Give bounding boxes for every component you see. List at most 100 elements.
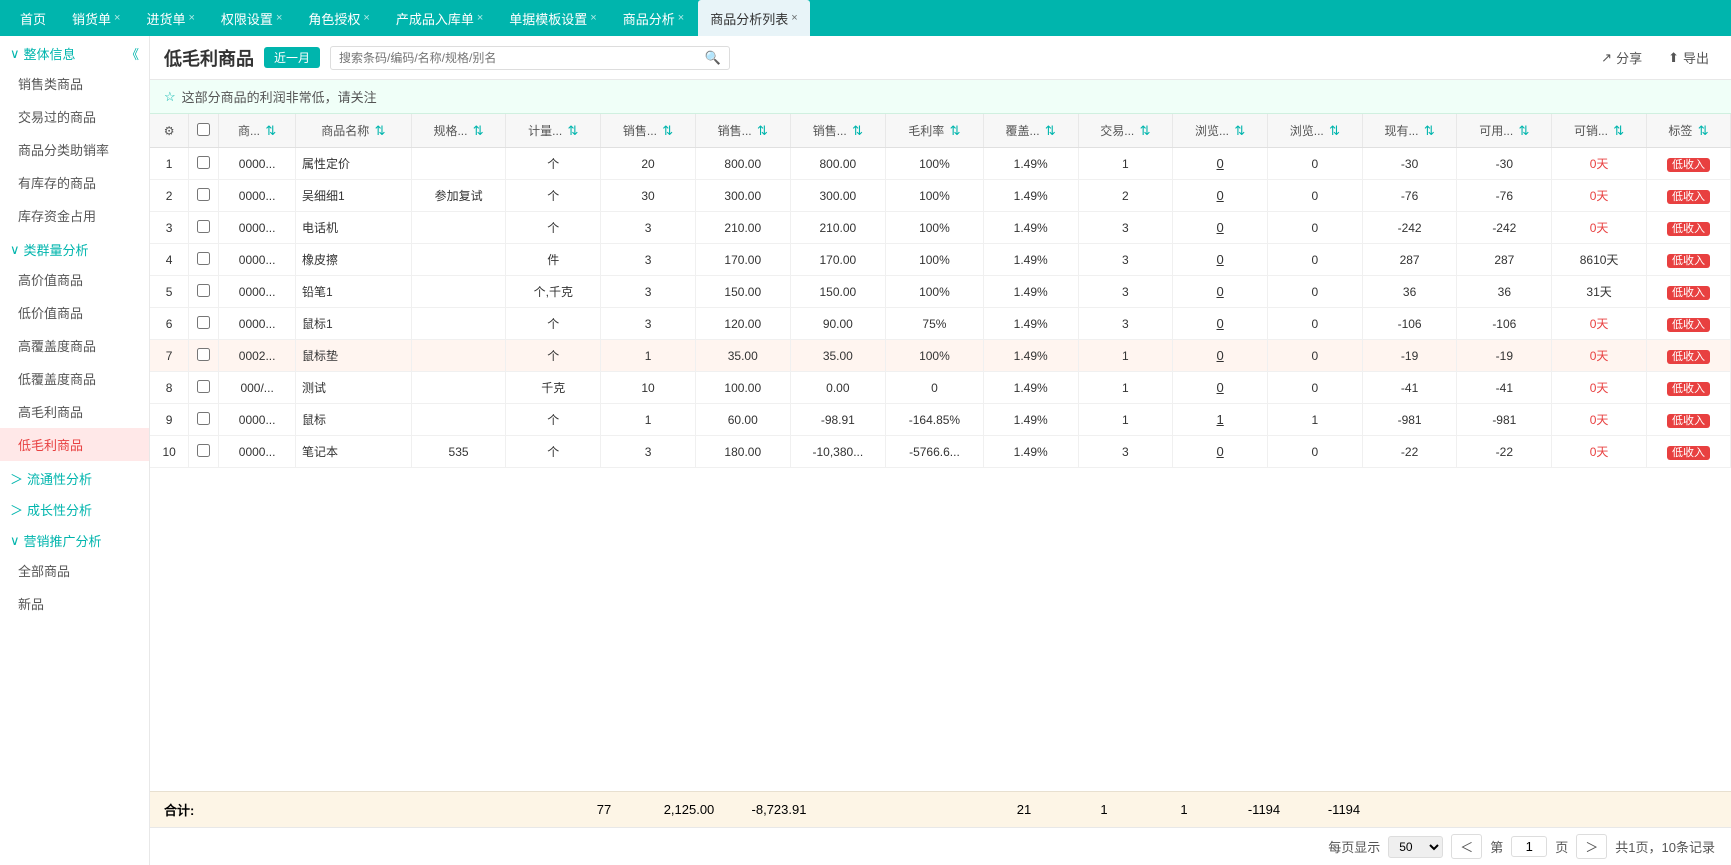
cell-view1-5[interactable]: 0	[1173, 308, 1268, 340]
sidebar-item-high-value[interactable]: 高价值商品	[0, 263, 149, 296]
sidebar-group-circulation[interactable]: ＞ 流通性分析	[0, 461, 149, 492]
row-checkbox-9[interactable]	[197, 444, 210, 457]
table-container[interactable]: ⚙ 商... ⇅ 商品名称 ⇅ 规格... ⇅ 计量... ⇅ 销售... ⇅ …	[150, 114, 1731, 791]
next-page-button[interactable]: ＞	[1576, 834, 1607, 859]
page-size-select[interactable]: 50 100 200	[1388, 836, 1443, 858]
col-available[interactable]: 可用... ⇅	[1457, 114, 1552, 148]
col-name[interactable]: 商品名称 ⇅	[296, 114, 412, 148]
sidebar-item-stock-goods[interactable]: 有库存的商品	[0, 166, 149, 199]
sidebar-item-new-goods[interactable]: 新品	[0, 587, 149, 620]
col-unit[interactable]: 计量... ⇅	[506, 114, 601, 148]
nav-item-template[interactable]: 单据模板设置 ×	[497, 0, 608, 36]
cell-checkbox-8[interactable]	[189, 404, 219, 436]
row-checkbox-6[interactable]	[197, 348, 210, 361]
view1-link-4[interactable]: 0	[1217, 284, 1224, 299]
cell-view1-6[interactable]: 0	[1173, 340, 1268, 372]
col-settings[interactable]: ⚙	[150, 114, 189, 148]
cell-checkbox-7[interactable]	[189, 372, 219, 404]
row-checkbox-3[interactable]	[197, 252, 210, 265]
sidebar-item-all-goods[interactable]: 全部商品	[0, 554, 149, 587]
view1-link-1[interactable]: 0	[1217, 188, 1224, 203]
date-tag-button[interactable]: 近一月	[264, 47, 320, 68]
cell-checkbox-2[interactable]	[189, 212, 219, 244]
col-sales-qty[interactable]: 销售... ⇅	[601, 114, 696, 148]
nav-item-product-analysis[interactable]: 商品分析 ×	[611, 0, 696, 36]
cell-view1-4[interactable]: 0	[1173, 276, 1268, 308]
sidebar-item-low-value[interactable]: 低价值商品	[0, 296, 149, 329]
col-code[interactable]: 商... ⇅	[219, 114, 296, 148]
row-checkbox-5[interactable]	[197, 316, 210, 329]
close-icon-role[interactable]: ×	[363, 12, 369, 24]
col-checkbox-all[interactable]	[189, 114, 219, 148]
col-coverage[interactable]: 覆盖... ⇅	[983, 114, 1078, 148]
row-checkbox-2[interactable]	[197, 220, 210, 233]
nav-item-purchase[interactable]: 进货单 ×	[134, 0, 206, 36]
cell-checkbox-9[interactable]	[189, 436, 219, 468]
cell-view1-8[interactable]: 1	[1173, 404, 1268, 436]
sidebar-item-low-coverage[interactable]: 低覆盖度商品	[0, 362, 149, 395]
row-checkbox-4[interactable]	[197, 284, 210, 297]
sidebar-item-sales-goods[interactable]: 销售类商品	[0, 67, 149, 100]
cell-view1-0[interactable]: 0	[1173, 148, 1268, 180]
nav-item-home[interactable]: 首页	[8, 0, 58, 36]
close-icon-analysis-list[interactable]: ×	[791, 12, 797, 24]
close-icon-purchase[interactable]: ×	[188, 12, 194, 24]
view1-link-9[interactable]: 0	[1217, 444, 1224, 459]
search-icon[interactable]: 🔍	[705, 50, 721, 66]
col-tag[interactable]: 标签 ⇅	[1646, 114, 1730, 148]
row-checkbox-1[interactable]	[197, 188, 210, 201]
row-checkbox-0[interactable]	[197, 156, 210, 169]
sidebar-item-capital[interactable]: 库存资金占用	[0, 199, 149, 232]
select-all-checkbox[interactable]	[197, 123, 210, 136]
sidebar-item-category-rate[interactable]: 商品分类助销率	[0, 133, 149, 166]
nav-item-sales[interactable]: 销货单 ×	[60, 0, 132, 36]
nav-item-permission[interactable]: 权限设置 ×	[209, 0, 294, 36]
nav-item-role[interactable]: 角色授权 ×	[296, 0, 381, 36]
row-checkbox-7[interactable]	[197, 380, 210, 393]
share-button[interactable]: ↗ 分享	[1593, 44, 1650, 71]
view1-link-8[interactable]: 1	[1217, 412, 1224, 427]
sidebar-item-high-margin[interactable]: 高毛利商品	[0, 395, 149, 428]
sidebar-item-high-coverage[interactable]: 高覆盖度商品	[0, 329, 149, 362]
view1-link-3[interactable]: 0	[1217, 252, 1224, 267]
nav-item-analysis-list[interactable]: 商品分析列表 ×	[698, 0, 809, 36]
col-view2[interactable]: 浏览... ⇅	[1268, 114, 1363, 148]
sidebar-group-overview[interactable]: ∨ 整体信息 《	[0, 36, 149, 67]
col-current-stock[interactable]: 现有... ⇅	[1362, 114, 1457, 148]
prev-page-button[interactable]: ＜	[1451, 834, 1482, 859]
close-icon-product-entry[interactable]: ×	[477, 12, 483, 24]
close-icon-sales[interactable]: ×	[114, 12, 120, 24]
sidebar-item-low-margin[interactable]: 低毛利商品	[0, 428, 149, 461]
cell-checkbox-1[interactable]	[189, 180, 219, 212]
sidebar-item-traded-goods[interactable]: 交易过的商品	[0, 100, 149, 133]
close-icon-template[interactable]: ×	[590, 12, 596, 24]
cell-checkbox-4[interactable]	[189, 276, 219, 308]
col-saleable[interactable]: 可销... ⇅	[1552, 114, 1647, 148]
cell-checkbox-5[interactable]	[189, 308, 219, 340]
col-sales-amt[interactable]: 销售... ⇅	[695, 114, 790, 148]
nav-item-product-entry[interactable]: 产成品入库单 ×	[384, 0, 495, 36]
sidebar-group-marketing[interactable]: ∨ 营销推广分析	[0, 523, 149, 554]
cell-checkbox-3[interactable]	[189, 244, 219, 276]
cell-view1-3[interactable]: 0	[1173, 244, 1268, 276]
sidebar-group-cluster[interactable]: ∨ 类群量分析	[0, 232, 149, 263]
cell-view1-2[interactable]: 0	[1173, 212, 1268, 244]
view1-link-5[interactable]: 0	[1217, 316, 1224, 331]
col-view1[interactable]: 浏览... ⇅	[1173, 114, 1268, 148]
search-box[interactable]: 🔍	[330, 46, 730, 70]
col-trans[interactable]: 交易... ⇅	[1078, 114, 1173, 148]
close-icon-permission[interactable]: ×	[276, 12, 282, 24]
page-number-input[interactable]	[1511, 836, 1547, 857]
close-icon-product-analysis[interactable]: ×	[678, 12, 684, 24]
cell-checkbox-0[interactable]	[189, 148, 219, 180]
col-spec[interactable]: 规格... ⇅	[411, 114, 506, 148]
col-sales-profit[interactable]: 销售... ⇅	[790, 114, 885, 148]
col-gross-margin[interactable]: 毛利率 ⇅	[886, 114, 984, 148]
row-checkbox-8[interactable]	[197, 412, 210, 425]
view1-link-7[interactable]: 0	[1217, 380, 1224, 395]
cell-view1-7[interactable]: 0	[1173, 372, 1268, 404]
search-input[interactable]	[339, 51, 705, 65]
cell-checkbox-6[interactable]	[189, 340, 219, 372]
sidebar-group-growth[interactable]: ＞ 成长性分析	[0, 492, 149, 523]
view1-link-0[interactable]: 0	[1217, 156, 1224, 171]
